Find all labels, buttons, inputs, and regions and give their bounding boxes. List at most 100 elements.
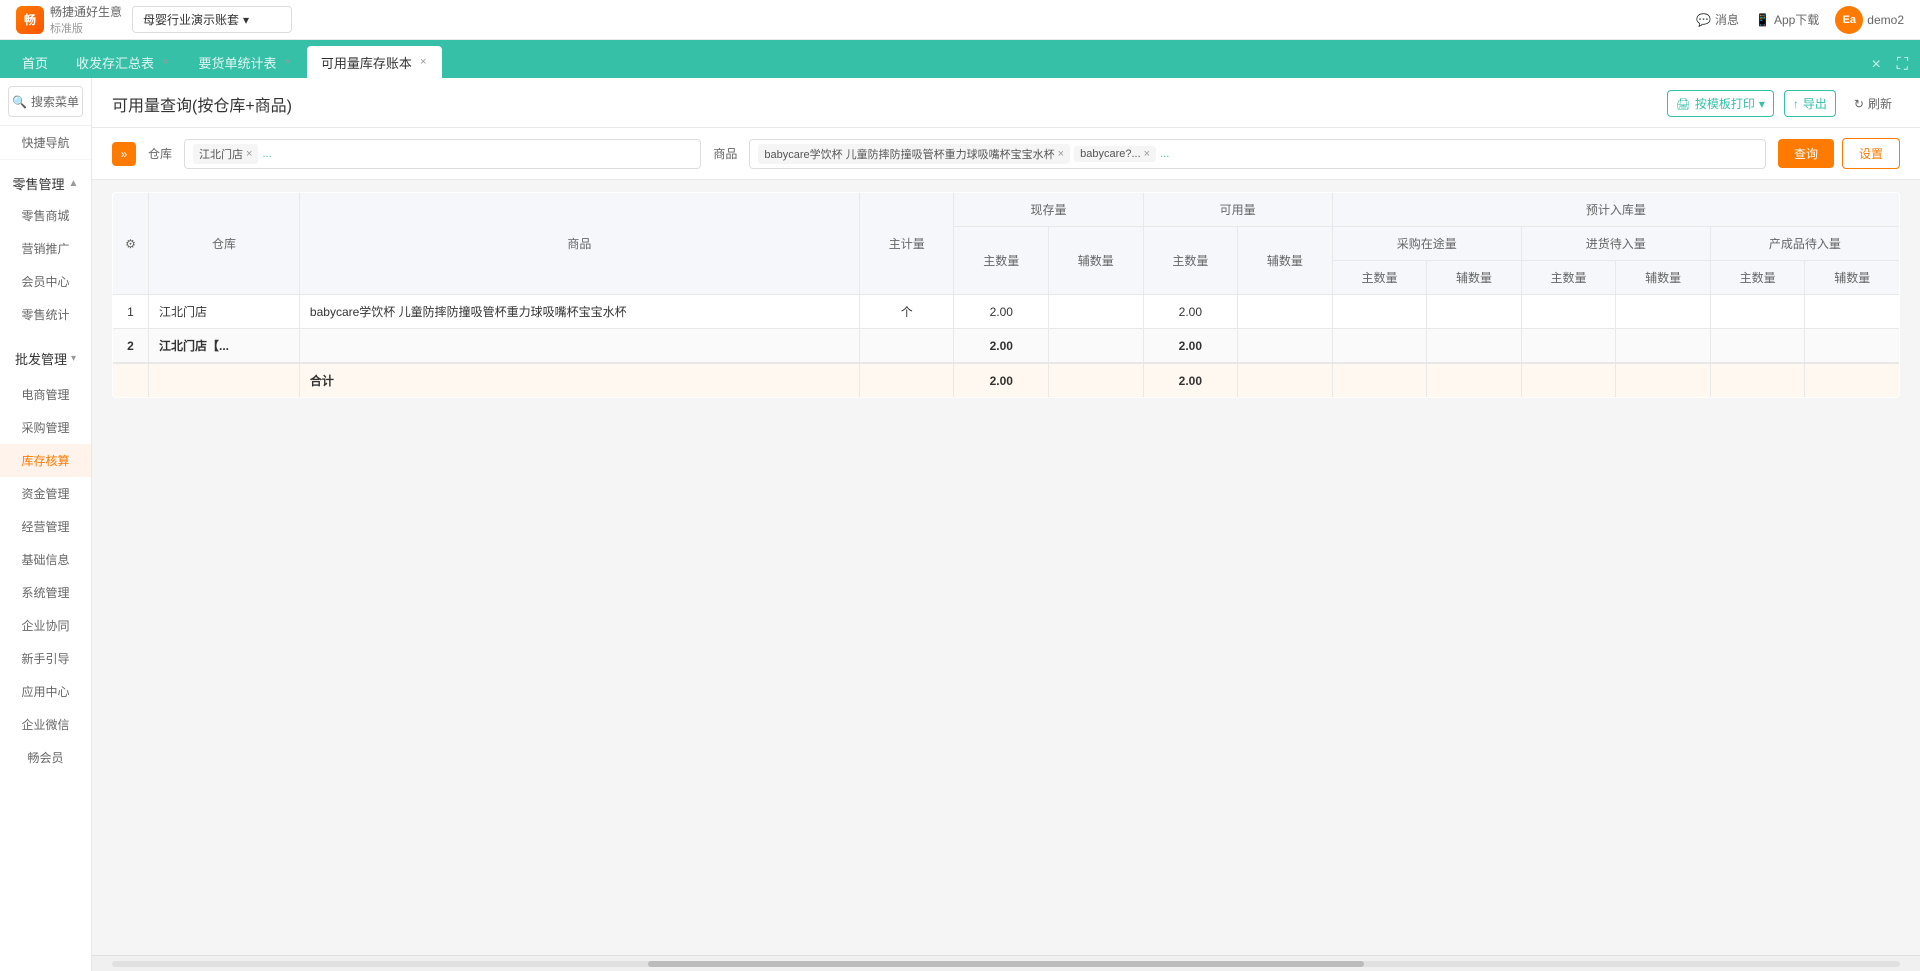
sidebar-item-enterprise-wechat[interactable]: 企业微信: [0, 708, 91, 741]
sidebar-group-retail-title[interactable]: 零售管理 ▲: [0, 168, 91, 199]
footer-product-main: [1710, 363, 1805, 398]
warehouse-tag-remove[interactable]: ×: [246, 148, 252, 160]
settings-button[interactable]: 设置: [1842, 138, 1900, 169]
footer-current-main: 2.00: [954, 363, 1049, 398]
sidebar-item-retail-mall[interactable]: 零售商城: [0, 199, 91, 232]
product-tag-1-remove[interactable]: ×: [1058, 148, 1064, 160]
th-settings[interactable]: ⚙: [113, 193, 149, 295]
sidebar-item-procurement[interactable]: 采购管理: [0, 411, 91, 444]
th-current-aux: 辅数量: [1049, 227, 1144, 295]
sidebar-item-ecommerce-label: 电商管理: [21, 388, 69, 402]
row1-current-aux: [1049, 295, 1144, 329]
footer-incoming-main: [1521, 363, 1616, 398]
print-button[interactable]: 🖨 按模板打印 ▾: [1667, 90, 1774, 117]
warehouse-filter-input[interactable]: 江北门店 × ...: [184, 139, 701, 169]
row2-warehouse: 江北门店【...: [149, 329, 300, 364]
row2-index: 2: [113, 329, 149, 364]
sidebar-item-finance[interactable]: 资金管理: [0, 477, 91, 510]
warehouse-more-btn[interactable]: ...: [262, 148, 271, 160]
tenant-dropdown-icon: ▾: [243, 13, 249, 27]
th-product: 商品: [299, 193, 859, 295]
tab-order-stat[interactable]: 要货单统计表 ×: [184, 46, 306, 78]
th-incoming-aux: 辅数量: [1616, 261, 1711, 295]
sidebar-item-vip[interactable]: 畅会员: [0, 741, 91, 774]
print-label: 按模板打印: [1695, 95, 1755, 112]
print-arrow-icon: ▾: [1759, 97, 1765, 111]
th-procurement-main: 主数量: [1332, 261, 1427, 295]
wholesale-label: 批发管理: [15, 349, 67, 368]
th-incoming-main: 主数量: [1521, 261, 1616, 295]
message-icon: 💬: [1696, 13, 1711, 27]
tab-receive-pay-close[interactable]: ×: [160, 54, 170, 70]
tab-home[interactable]: 首页: [8, 46, 62, 78]
app-download-icon: 📱: [1755, 13, 1770, 27]
export-icon: ↑: [1793, 97, 1799, 111]
user-profile[interactable]: Ea demo2: [1835, 6, 1904, 34]
footer-incoming-aux: [1616, 363, 1711, 398]
sidebar-item-basic-info[interactable]: 基础信息: [0, 543, 91, 576]
tab-receive-pay[interactable]: 收发存汇总表 ×: [62, 46, 184, 78]
refresh-icon: ↻: [1854, 97, 1864, 111]
row2-current-main: 2.00: [954, 329, 1049, 364]
search-menu-button[interactable]: 🔍 搜索菜单: [8, 86, 83, 117]
sidebar-item-app-center[interactable]: 应用中心: [0, 675, 91, 708]
footer-available-aux: [1238, 363, 1333, 398]
nav-tabs-right: × ⛶: [1867, 52, 1912, 78]
main-layout: 🔍 搜索菜单 快捷导航 零售管理 ▲ 零售商城 营销推广 会员中心 零售统计: [0, 78, 1920, 971]
query-button-label: 查询: [1794, 147, 1818, 161]
tab-order-stat-close[interactable]: ×: [282, 54, 292, 70]
product-more-btn[interactable]: ...: [1160, 148, 1169, 160]
sidebar-search-section: 🔍 搜索菜单: [0, 78, 91, 126]
footer-procurement-main: [1332, 363, 1427, 398]
th-procurement-aux: 辅数量: [1427, 261, 1522, 295]
sidebar-item-operations-label: 经营管理: [21, 520, 69, 534]
logo-text-group: 畅捷通好生意 标准版: [50, 3, 122, 36]
tenant-selector[interactable]: 母婴行业演示账套 ▾: [132, 6, 292, 33]
row2-product-main: [1710, 329, 1805, 364]
sidebar-item-marketing-label: 营销推广: [21, 242, 69, 256]
app-download-button[interactable]: 📱 App下载: [1755, 11, 1819, 28]
sidebar-item-inventory-label: 库存核算: [21, 454, 69, 468]
sidebar-item-newbie[interactable]: 新手引导: [0, 642, 91, 675]
row1-incoming-main: [1521, 295, 1616, 329]
sidebar-item-system[interactable]: 系统管理: [0, 576, 91, 609]
close-all-tabs-button[interactable]: ×: [1867, 52, 1884, 78]
sidebar-item-ecommerce[interactable]: 电商管理: [0, 378, 91, 411]
sidebar-item-operations[interactable]: 经营管理: [0, 510, 91, 543]
query-button[interactable]: 查询: [1778, 139, 1834, 168]
tab-available-inventory[interactable]: 可用量库存账本 ×: [307, 46, 442, 78]
row2-incoming-main: [1521, 329, 1616, 364]
row2-current-aux: [1049, 329, 1144, 364]
footer-settings: [113, 363, 149, 398]
sidebar-item-retail-stats-label: 零售统计: [21, 308, 69, 322]
sidebar-item-retail-stats[interactable]: 零售统计: [0, 298, 91, 331]
sidebar-item-enterprise[interactable]: 企业协同: [0, 609, 91, 642]
expand-tabs-button[interactable]: ⛶: [1893, 52, 1912, 78]
footer-current-aux: [1049, 363, 1144, 398]
scrollbar-thumb[interactable]: [648, 961, 1363, 967]
product-tag-2-remove[interactable]: ×: [1144, 148, 1150, 160]
th-unit: 主计量: [859, 193, 954, 295]
nav-tabs: 首页 收发存汇总表 × 要货单统计表 × 可用量库存账本 × × ⛶: [0, 40, 1920, 78]
sidebar-item-marketing[interactable]: 营销推广: [0, 232, 91, 265]
table-footer: 合计 2.00 2.00: [113, 363, 1900, 398]
refresh-button[interactable]: ↻ 刷新: [1846, 91, 1900, 116]
data-table: ⚙ 仓库 商品 主计量 现存量 可用量 预计入库量 主数量 辅数量 主数量 辅数…: [112, 192, 1900, 398]
sidebar-item-enterprise-wechat-label: 企业微信: [21, 718, 69, 732]
app-download-label: App下载: [1774, 11, 1819, 28]
sidebar-item-shortcut[interactable]: 快捷导航: [0, 126, 91, 160]
th-available-aux: 辅数量: [1238, 227, 1333, 295]
sidebar-item-members[interactable]: 会员中心: [0, 265, 91, 298]
horizontal-scrollbar[interactable]: [92, 955, 1920, 971]
sidebar-item-inventory[interactable]: 库存核算: [0, 444, 91, 477]
tab-available-inventory-close[interactable]: ×: [418, 54, 428, 70]
topbar-right: 💬 消息 📱 App下载 Ea demo2: [1696, 6, 1904, 34]
product-filter-input[interactable]: babycare学饮杯 儿童防摔防撞吸管杯重力球吸嘴杯宝宝水杯 × babyca…: [749, 139, 1766, 169]
search-icon: 🔍: [12, 95, 27, 109]
export-button[interactable]: ↑ 导出: [1784, 90, 1836, 117]
th-current-stock-group: 现存量: [954, 193, 1143, 227]
message-button[interactable]: 💬 消息: [1696, 11, 1739, 28]
filter-expand-button[interactable]: »: [112, 142, 136, 166]
sidebar-group-wholesale-title[interactable]: 批发管理 ▾: [0, 343, 91, 374]
product-tag-2: babycare?... ×: [1074, 146, 1156, 162]
